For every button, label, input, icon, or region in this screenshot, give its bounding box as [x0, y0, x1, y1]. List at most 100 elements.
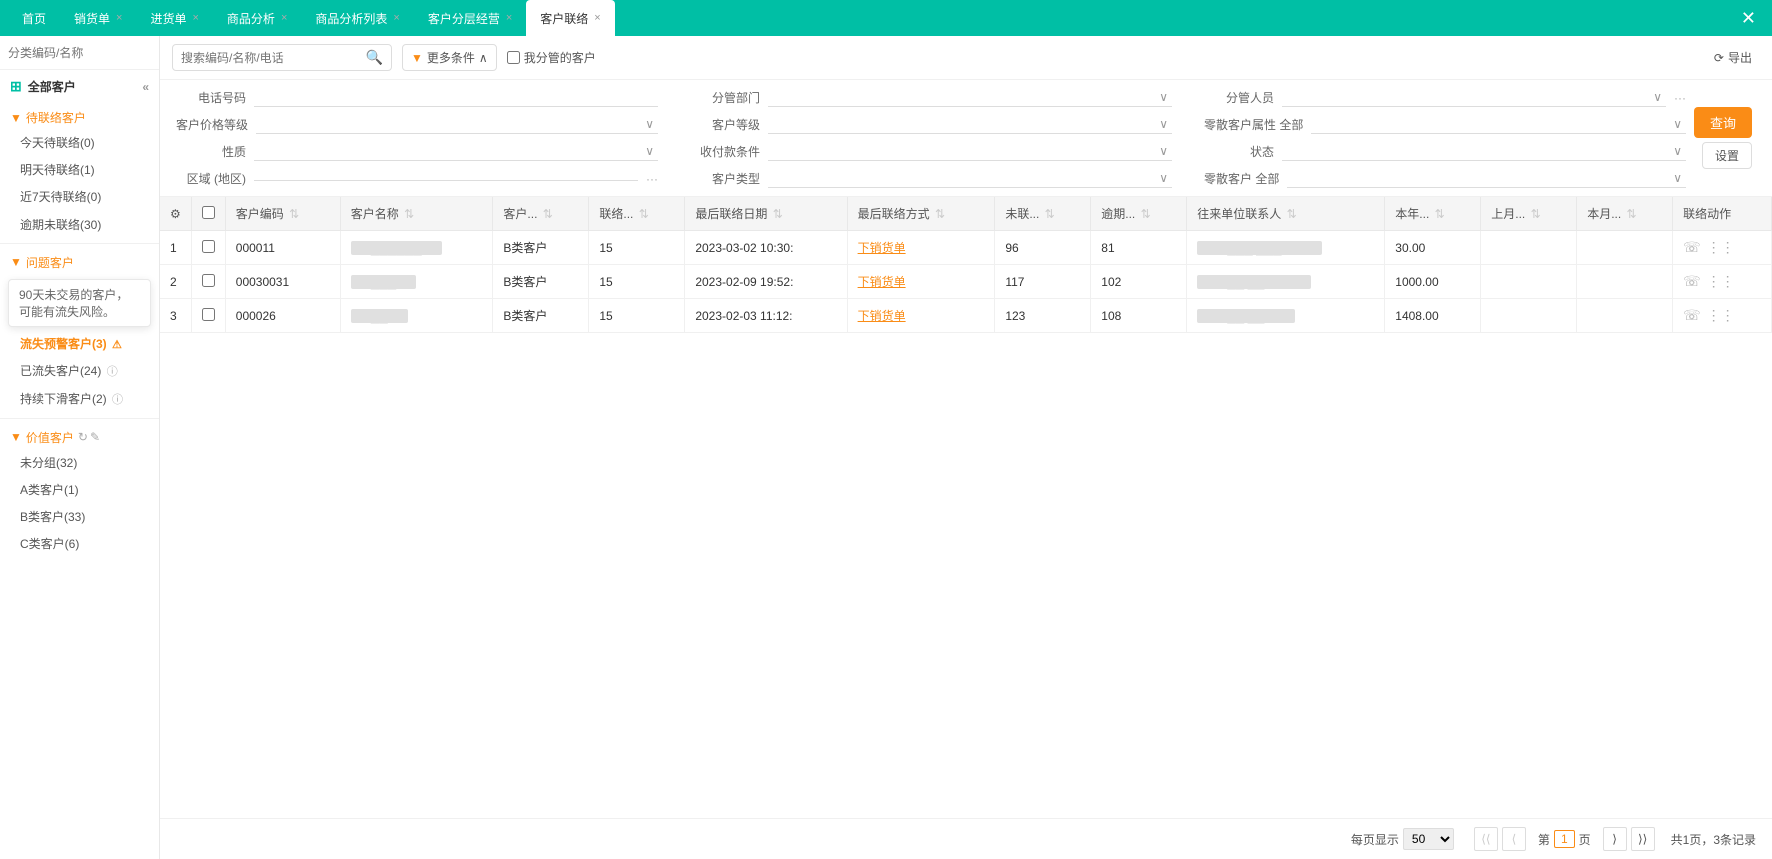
last-month-sort-icon[interactable]: ⇅	[1531, 207, 1541, 221]
more-action-icon[interactable]: ⋮⋮	[1707, 307, 1735, 324]
sidebar-item-overdue-contact[interactable]: 逾期未联络(30)	[0, 212, 159, 239]
close-analysis-list-tab[interactable]: ×	[393, 12, 399, 24]
date-sort-icon[interactable]: ⇅	[773, 207, 783, 221]
last-page-button[interactable]: ⟩⟩	[1631, 827, 1655, 851]
query-button[interactable]: 查询	[1694, 107, 1752, 138]
close-sales-tab[interactable]: ×	[116, 12, 122, 24]
row-checkbox[interactable]	[191, 265, 225, 299]
type-sort-icon[interactable]: ⇅	[543, 207, 553, 221]
row-contact-person: ██ ██	[1187, 299, 1385, 333]
sidebar-item-churn-warning[interactable]: 流失预警客户(3) ⚠	[0, 331, 159, 359]
filter-status-select[interactable]: ∨	[1282, 142, 1686, 161]
more-action-icon[interactable]: ⋮⋮	[1707, 239, 1735, 256]
manager-dots-button[interactable]: ···	[1674, 91, 1686, 105]
my-customers-checkbox-container[interactable]: 我分管的客户	[507, 49, 596, 66]
group-value-customers[interactable]: ▼ 价值客户 ↻ ✎	[0, 423, 159, 450]
filter-scatter-customer-select[interactable]: ∨	[1287, 169, 1686, 188]
sidebar-item-tomorrow-contact[interactable]: 明天待联络(1)	[0, 157, 159, 184]
contact-action-icon[interactable]: ☏	[1683, 307, 1701, 324]
close-analysis-tab[interactable]: ×	[281, 12, 287, 24]
sidebar-item-class-b[interactable]: B类客户(33)	[0, 504, 159, 531]
sidebar-item-ungrouped[interactable]: 未分组(32)	[0, 450, 159, 477]
sidebar-item-week-contact[interactable]: 近7天待联络(0)	[0, 184, 159, 211]
refresh-icon[interactable]: ↻	[78, 430, 88, 444]
sidebar-item-churned[interactable]: 已流失客户(24) ⓘ	[0, 358, 159, 386]
close-purchase-tab[interactable]: ×	[192, 12, 198, 24]
filter-search-icon[interactable]: 🔍	[366, 49, 383, 66]
select-all-checkbox[interactable]	[202, 206, 215, 219]
tab-analysis[interactable]: 商品分析 ×	[213, 0, 301, 36]
method-sort-icon[interactable]: ⇅	[935, 207, 945, 221]
sidebar-search-input[interactable]	[8, 46, 160, 60]
export-button[interactable]: ⟳ 导出	[1706, 45, 1760, 70]
filter-region-select[interactable]	[254, 176, 638, 181]
sidebar-item-declining[interactable]: 持续下滑客户(2) ⓘ	[0, 386, 159, 414]
row-last-contact-method[interactable]: 下销货单	[847, 299, 995, 333]
tab-customer-contact[interactable]: 客户联络 ×	[526, 0, 614, 36]
prev-page-button[interactable]: ⟨	[1502, 827, 1526, 851]
more-conditions-button[interactable]: ▼ 更多条件 ∧	[402, 44, 497, 71]
person-sort-icon[interactable]: ⇅	[1287, 207, 1297, 221]
filter-manager-select[interactable]: ∨	[1282, 88, 1666, 107]
my-customers-checkbox[interactable]	[507, 51, 520, 64]
row-checkbox[interactable]	[191, 299, 225, 333]
no-contact-sort-icon[interactable]: ⇅	[1045, 207, 1055, 221]
row-code: 000011	[225, 231, 340, 265]
sidebar-item-class-c[interactable]: C类客户(6)	[0, 531, 159, 558]
row-last-contact-method[interactable]: 下销货单	[847, 231, 995, 265]
overdue-sort-icon[interactable]: ⇅	[1141, 207, 1151, 221]
tab-analysis-list[interactable]: 商品分析列表 ×	[301, 0, 413, 36]
pagination: 每页显示 50 100 200 ⟨⟨ ⟨ 第 1 页 ⟩ ⟩⟩ 共1页，3条记录	[160, 818, 1772, 859]
row-overdue: 108	[1091, 299, 1187, 333]
settings-button[interactable]: 设置	[1702, 142, 1752, 169]
edit-icon[interactable]: ✎	[90, 430, 100, 444]
row-customer-type: B类客户	[493, 265, 589, 299]
filter-nature-select[interactable]: ∨	[254, 142, 658, 161]
group-pending-contact[interactable]: ▼ 待联络客户	[0, 103, 159, 130]
sidebar-item-today-contact[interactable]: 今天待联络(0)	[0, 130, 159, 157]
tab-home[interactable]: 首页	[8, 0, 60, 36]
contact-action-icon[interactable]: ☏	[1683, 239, 1701, 256]
group-problem-customers[interactable]: ▼ 问题客户	[0, 248, 159, 275]
year-sort-icon[interactable]: ⇅	[1435, 207, 1445, 221]
this-month-sort-icon[interactable]: ⇅	[1627, 207, 1637, 221]
filter-customer-level-label: 客户等级	[690, 116, 760, 133]
region-dots-button[interactable]: ···	[646, 172, 658, 186]
col-checkbox[interactable]	[191, 197, 225, 231]
code-sort-icon[interactable]: ⇅	[289, 207, 299, 221]
contact-method-link[interactable]: 下销货单	[858, 275, 906, 289]
row-checkbox[interactable]	[191, 231, 225, 265]
per-page-select[interactable]: 50 100 200	[1403, 828, 1454, 850]
contact-method-link[interactable]: 下销货单	[858, 241, 906, 255]
next-page-button[interactable]: ⟩	[1603, 827, 1627, 851]
contact-action-icon[interactable]: ☏	[1683, 273, 1701, 290]
name-sort-icon[interactable]: ⇅	[404, 207, 414, 221]
filter-scatter-attr-select[interactable]: ∨	[1311, 115, 1686, 134]
divider-2	[0, 418, 159, 419]
row-customer-type: B类客户	[493, 231, 589, 265]
filter-price-level-select[interactable]: ∨	[256, 115, 658, 134]
customer-level-arrow-icon: ∨	[1159, 117, 1168, 131]
more-action-icon[interactable]: ⋮⋮	[1707, 273, 1735, 290]
contact-sort-icon[interactable]: ⇅	[639, 207, 649, 221]
filter-search-input[interactable]	[181, 51, 366, 65]
first-page-button[interactable]: ⟨⟨	[1474, 827, 1498, 851]
filter-payment-select[interactable]: ∨	[768, 142, 1172, 161]
tab-sales[interactable]: 销货单 ×	[60, 0, 136, 36]
all-customers-header[interactable]: ⊞ 全部客户 «	[0, 70, 159, 103]
col-settings[interactable]: ⚙	[160, 197, 191, 231]
close-customer-contact-tab[interactable]: ×	[594, 12, 600, 24]
filter-phone: 电话号码	[176, 88, 658, 107]
row-last-contact-method[interactable]: 下销货单	[847, 265, 995, 299]
filter-customer-type-label: 客户类型	[690, 170, 760, 187]
filter-phone-input[interactable]	[254, 88, 658, 107]
filter-customer-level-select[interactable]: ∨	[768, 115, 1172, 134]
close-customer-tier-tab[interactable]: ×	[506, 12, 512, 24]
tab-purchase[interactable]: 进货单 ×	[136, 0, 212, 36]
contact-method-link[interactable]: 下销货单	[858, 309, 906, 323]
filter-dept-select[interactable]: ∨	[768, 88, 1172, 107]
filter-customer-type-select[interactable]: ∨	[768, 169, 1172, 188]
tab-customer-tier[interactable]: 客户分层经营 ×	[414, 0, 526, 36]
sidebar-item-class-a[interactable]: A类客户(1)	[0, 477, 159, 504]
window-close-button[interactable]: ✕	[1733, 8, 1764, 29]
